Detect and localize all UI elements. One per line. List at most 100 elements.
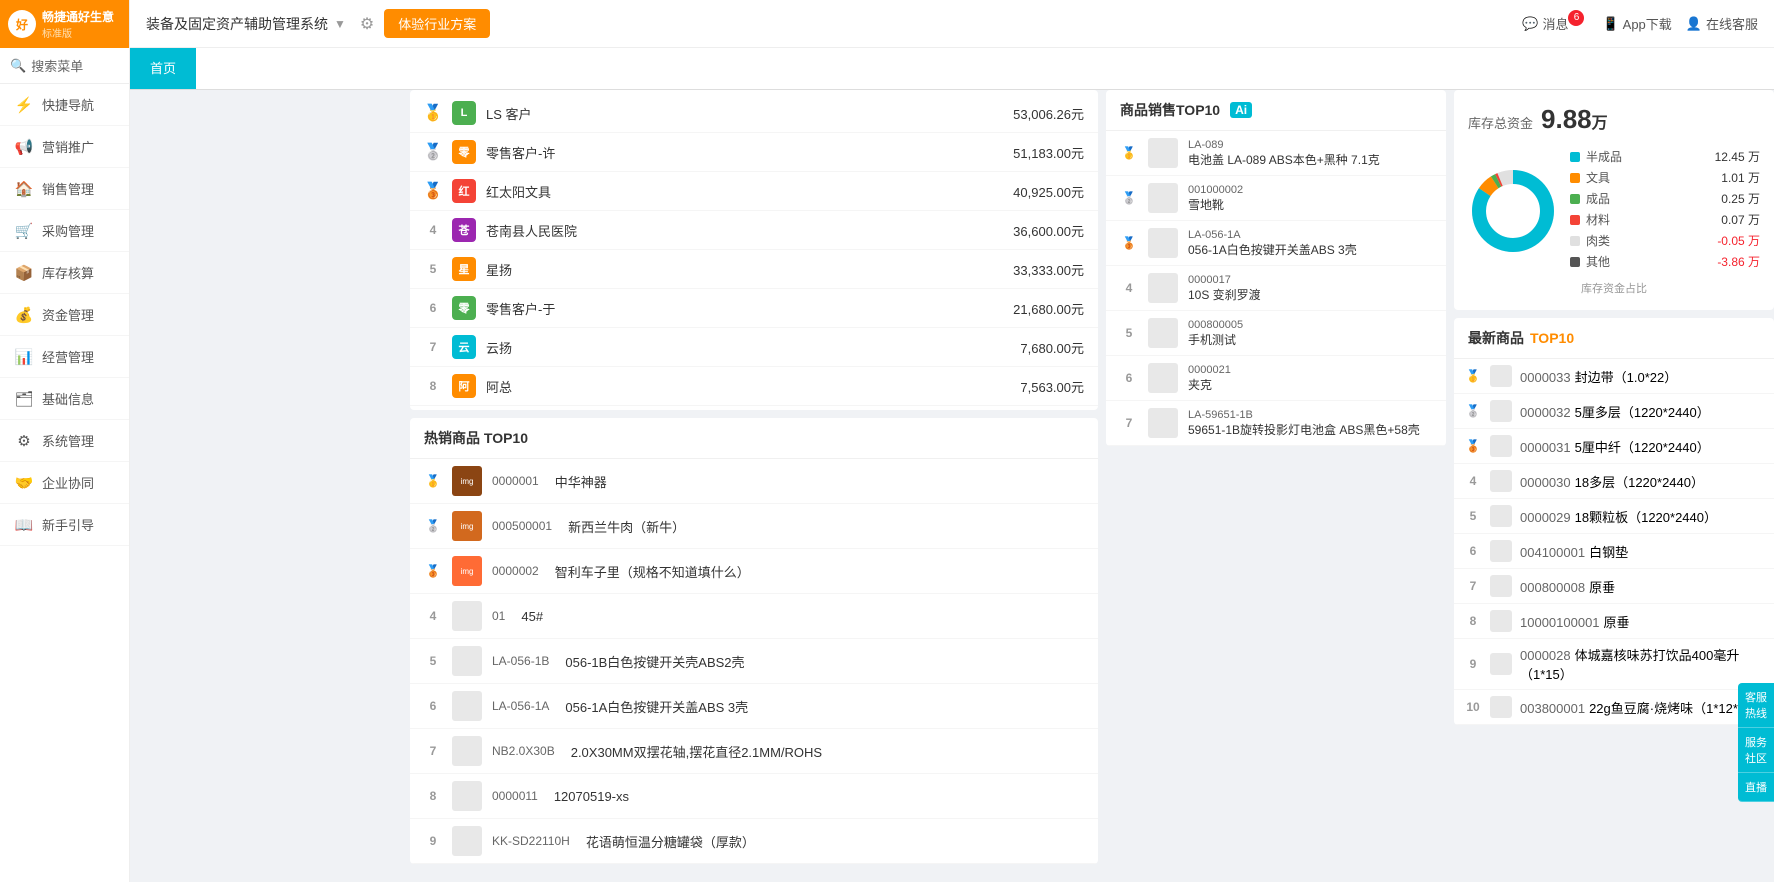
sales-icon: 🏠 (14, 180, 34, 198)
list-item: 🥈 00000325厘多层（1220*2440） (1454, 394, 1774, 429)
customer-service-btn[interactable]: 客服热线 (1738, 683, 1774, 728)
app-download-btn[interactable]: 📱 App下载 (1602, 14, 1671, 33)
product-code: 0000029 (1520, 510, 1571, 525)
col-middle: 商品销售TOP10 Ai 🥇 LA-089 电池盖 LA-089 ABS本色+黑… (1106, 90, 1446, 882)
inventory-card: 库存总资金 9.88万 (1454, 90, 1774, 310)
sidebar-item-management[interactable]: 📊 经营管理 (0, 336, 129, 378)
settings-icon[interactable]: ⚙ (360, 14, 374, 34)
product-sales-title: 商品销售TOP10 (1120, 100, 1220, 120)
product-name: 花语萌恒温分糖罐袋（厚款） (586, 832, 755, 851)
product-name: 45# (521, 609, 543, 624)
customer-amount: 7,563.00元 (1020, 377, 1084, 396)
donut-chart (1468, 166, 1558, 256)
app-download-label: App下载 (1623, 14, 1672, 33)
home-tab[interactable]: 首页 (130, 48, 196, 89)
sidebar-item-basics[interactable]: 🗂 基础信息 (0, 378, 129, 420)
sidebar-item-finance[interactable]: 💰 资金管理 (0, 294, 129, 336)
customer-amount: 40,925.00元 (1013, 182, 1084, 201)
sidebar-item-label: 新手引导 (42, 515, 94, 534)
logo-text-main: 畅捷通好生意 (42, 8, 114, 25)
product-image (1148, 363, 1178, 393)
sidebar-item-marketing[interactable]: 📢 营销推广 (0, 126, 129, 168)
table-row: 4 苍 苍南县人民医院 36,600.00元 (410, 211, 1098, 250)
legend-label: 材料 (1586, 211, 1610, 228)
rank-number: 🥇 (1464, 369, 1482, 383)
list-item: 6 LA-056-1A 056-1A白色按键开关盖ABS 3壳 (410, 684, 1098, 729)
rank-number: 10 (1464, 700, 1482, 714)
product-code: KK-SD22110H (492, 834, 570, 848)
live-btn[interactable]: 直播 (1738, 773, 1774, 802)
product-code: LA-056-1B (492, 654, 549, 668)
rank-number: 🥈 (1464, 404, 1482, 418)
product-image (1148, 318, 1178, 348)
legend-dot (1570, 215, 1580, 225)
product-name: 056-1B白色按键开关壳ABS2壳 (565, 652, 744, 671)
customer-name: 苍南县人民医院 (486, 221, 1003, 240)
medal-icon-2: 🥈 (424, 143, 442, 161)
rank-number: 6 (424, 299, 442, 317)
list-item: 🥇 img 0000001 中华神器 (410, 459, 1098, 504)
rank-number: 🥉 (424, 564, 442, 578)
legend-value: 12.45 万 (1715, 148, 1760, 165)
message-badge: 6 (1568, 10, 1584, 26)
product-name: 白钢垫 (1589, 545, 1628, 560)
sidebar-item-quick-nav[interactable]: ⚡ 快捷导航 (0, 84, 129, 126)
customer-name: 零售客户-于 (486, 299, 1003, 318)
logo-text: 畅捷通好生意 标准版 (42, 8, 114, 40)
product-code: LA-056-1A (1188, 229, 1357, 241)
online-service-btn[interactable]: 👤 在线客服 (1686, 14, 1758, 33)
product-image (452, 781, 482, 811)
rank-number: 4 (424, 609, 442, 623)
rank-number: 🥈 (1120, 191, 1138, 205)
rank-number: 4 (1120, 281, 1138, 295)
sidebar-item-label: 企业协同 (42, 473, 94, 492)
product-code: 0000001 (492, 474, 539, 488)
rank-number: 9 (424, 834, 442, 848)
sidebar-item-label: 库存核算 (42, 263, 94, 282)
list-item: 🥈 img 000500001 新西兰牛肉（新牛） (410, 504, 1098, 549)
list-item: 8 0000011 12070519-xs (410, 774, 1098, 819)
product-info: 10000100001原垂 (1520, 612, 1630, 631)
header-right: 💬 消息 6 📱 App下载 👤 在线客服 (1522, 14, 1758, 33)
list-item: 🥉 00000315厘中纤（1220*2440） (1454, 429, 1774, 464)
content-area: 🥇 L LS 客户 53,006.26元 🥈 零 零售客户-许 51,183.0… (130, 90, 1774, 882)
avatar: 云 (452, 335, 476, 359)
inventory-chart-section: 半成品 12.45 万 文具 1.01 万 成品 0 (1468, 148, 1760, 274)
product-info: 00380000122g鱼豆腐·烧烤味（1*12*20） (1520, 698, 1764, 717)
search-menu-item[interactable]: 🔍 搜索菜单 (0, 48, 129, 84)
legend-dot (1570, 194, 1580, 204)
list-item: 4 01 45# (410, 594, 1098, 639)
dropdown-arrow-icon[interactable]: ▼ (334, 17, 346, 31)
sidebar-item-system[interactable]: ⚙ 系统管理 (0, 420, 129, 462)
sidebar-item-sales[interactable]: 🏠 销售管理 (0, 168, 129, 210)
sidebar-item-purchase[interactable]: 🛒 采购管理 (0, 210, 129, 252)
trial-btn[interactable]: 体验行业方案 (384, 9, 490, 38)
product-code: 000500001 (492, 519, 552, 533)
avatar: 红 (452, 179, 476, 203)
rank-number: 7 (424, 744, 442, 758)
medal-icon-1: 🥇 (424, 104, 442, 122)
guide-icon: 📖 (14, 516, 34, 534)
col-left: 🥇 L LS 客户 53,006.26元 🥈 零 零售客户-许 51,183.0… (410, 90, 1098, 882)
product-name: 雪地靴 (1188, 196, 1243, 213)
rank-number: 4 (1464, 474, 1482, 488)
message-btn[interactable]: 💬 消息 6 (1522, 14, 1588, 33)
product-image: img (452, 466, 482, 496)
rank-number: 9 (1464, 657, 1482, 671)
new-products-card: 最新商品 TOP10 🥇 0000033封边带（1.0*22） 🥈 0000 (1454, 318, 1774, 725)
product-image (1148, 228, 1178, 258)
sidebar-item-enterprise[interactable]: 🤝 企业协同 (0, 462, 129, 504)
content-cols: 🥇 L LS 客户 53,006.26元 🥈 零 零售客户-许 51,183.0… (410, 90, 1774, 882)
product-name: 电池盖 LA-089 ABS本色+黑种 7.1克 (1188, 151, 1380, 168)
purchase-icon: 🛒 (14, 222, 34, 240)
product-image: img (452, 556, 482, 586)
sidebar-item-guide[interactable]: 📖 新手引导 (0, 504, 129, 546)
rank-number: 7 (424, 338, 442, 356)
rank-number: 7 (1464, 579, 1482, 593)
product-code: 0000011 (492, 789, 538, 803)
message-label: 消息 (1542, 14, 1568, 33)
inventory-number: 9.88 (1541, 104, 1592, 134)
product-image (1148, 408, 1178, 438)
sidebar-item-inventory[interactable]: 📦 库存核算 (0, 252, 129, 294)
service-community-btn[interactable]: 服务社区 (1738, 728, 1774, 773)
